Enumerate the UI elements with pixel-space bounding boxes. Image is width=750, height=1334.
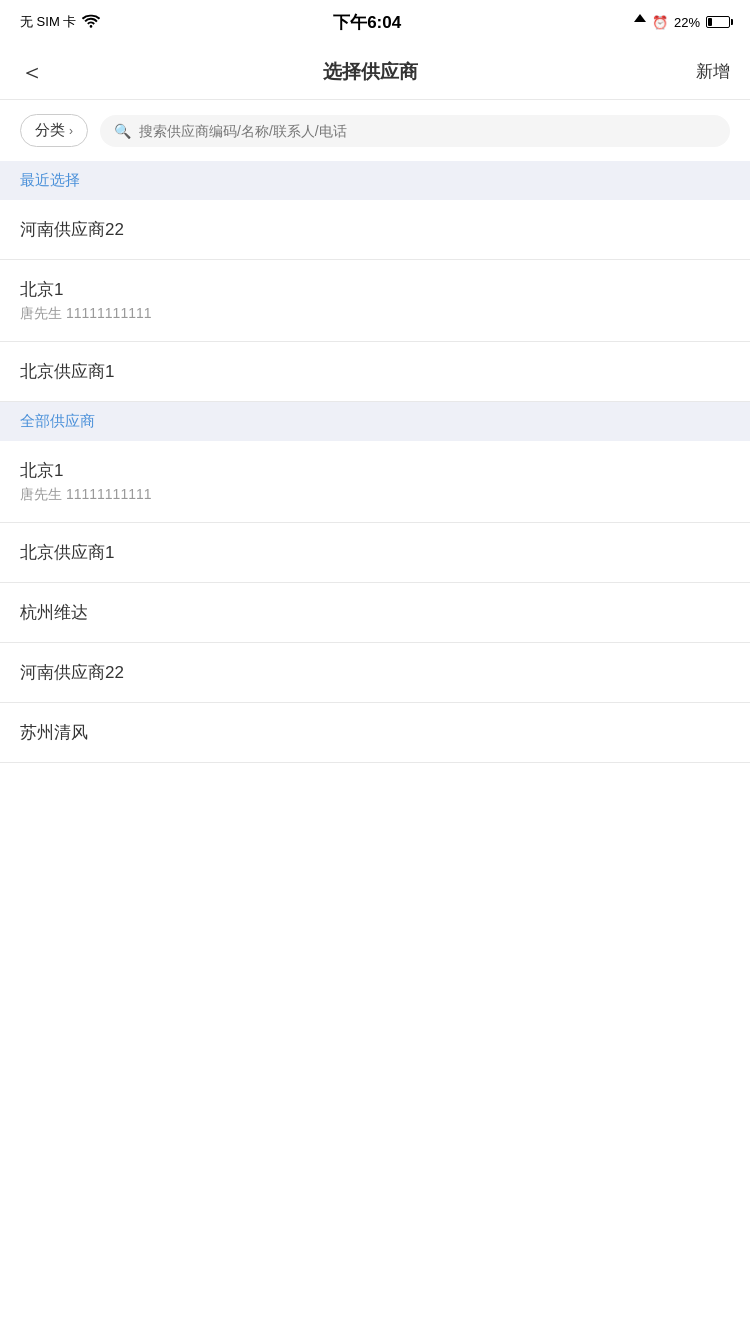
page-title: 选择供应商 bbox=[323, 59, 418, 85]
battery-percent: 22% bbox=[674, 15, 700, 30]
all-items-list: 北京1 唐先生 11111111111 北京供应商1 杭州维达河南供应商22 苏州清… bbox=[0, 441, 750, 763]
item-name: 杭州维达 bbox=[20, 601, 730, 624]
list-item[interactable]: 北京1 唐先生 11111111111 bbox=[0, 260, 750, 342]
item-name: 北京供应商1 bbox=[20, 541, 730, 564]
list-item[interactable]: 河南供应商22 bbox=[0, 200, 750, 260]
sim-status: 无 SIM 卡 bbox=[20, 13, 76, 31]
recent-section-title: 最近选择 bbox=[20, 171, 80, 188]
alarm-icon: ⏰ bbox=[652, 15, 668, 30]
back-button[interactable]: ＜ bbox=[20, 56, 44, 88]
search-box[interactable]: 🔍 bbox=[100, 115, 730, 147]
status-time: 下午6:04 bbox=[333, 11, 401, 34]
item-name: 北京1 bbox=[20, 278, 730, 301]
recent-section-header: 最近选择 bbox=[0, 161, 750, 200]
recent-items-list: 河南供应商22 北京1 唐先生 11111111111 北京供应商1 bbox=[0, 200, 750, 402]
item-name: 北京供应商1 bbox=[20, 360, 730, 383]
list-item[interactable]: 北京1 唐先生 11111111111 bbox=[0, 441, 750, 523]
add-button[interactable]: 新增 bbox=[696, 60, 730, 83]
list-item[interactable]: 杭州维达 bbox=[0, 583, 750, 643]
all-section-header: 全部供应商 bbox=[0, 402, 750, 441]
nav-bar: ＜ 选择供应商 新增 bbox=[0, 44, 750, 100]
battery-icon bbox=[706, 16, 730, 28]
search-icon: 🔍 bbox=[114, 123, 131, 139]
list-item[interactable]: 北京供应商1 bbox=[0, 342, 750, 402]
wifi-icon bbox=[82, 14, 100, 31]
search-input[interactable] bbox=[139, 123, 716, 139]
category-label: 分类 bbox=[35, 121, 65, 140]
list-item[interactable]: 苏州清风 bbox=[0, 703, 750, 763]
item-name: 河南供应商22 bbox=[20, 661, 730, 684]
list-item[interactable]: 河南供应商22 bbox=[0, 643, 750, 703]
item-name: 北京1 bbox=[20, 459, 730, 482]
category-button[interactable]: 分类 › bbox=[20, 114, 88, 147]
item-sub: 唐先生 11111111111 bbox=[20, 305, 730, 323]
location-icon bbox=[634, 14, 646, 31]
status-bar: 无 SIM 卡 下午6:04 ⏰ 22% bbox=[0, 0, 750, 44]
item-name: 河南供应商22 bbox=[20, 218, 730, 241]
chevron-right-icon: › bbox=[69, 124, 73, 138]
filter-bar: 分类 › 🔍 bbox=[0, 100, 750, 161]
status-left: 无 SIM 卡 bbox=[20, 13, 100, 31]
list-item[interactable]: 北京供应商1 bbox=[0, 523, 750, 583]
item-sub: 唐先生 11111111111 bbox=[20, 486, 730, 504]
status-right: ⏰ 22% bbox=[634, 14, 730, 31]
all-section-title: 全部供应商 bbox=[20, 412, 95, 429]
item-name: 苏州清风 bbox=[20, 721, 730, 744]
